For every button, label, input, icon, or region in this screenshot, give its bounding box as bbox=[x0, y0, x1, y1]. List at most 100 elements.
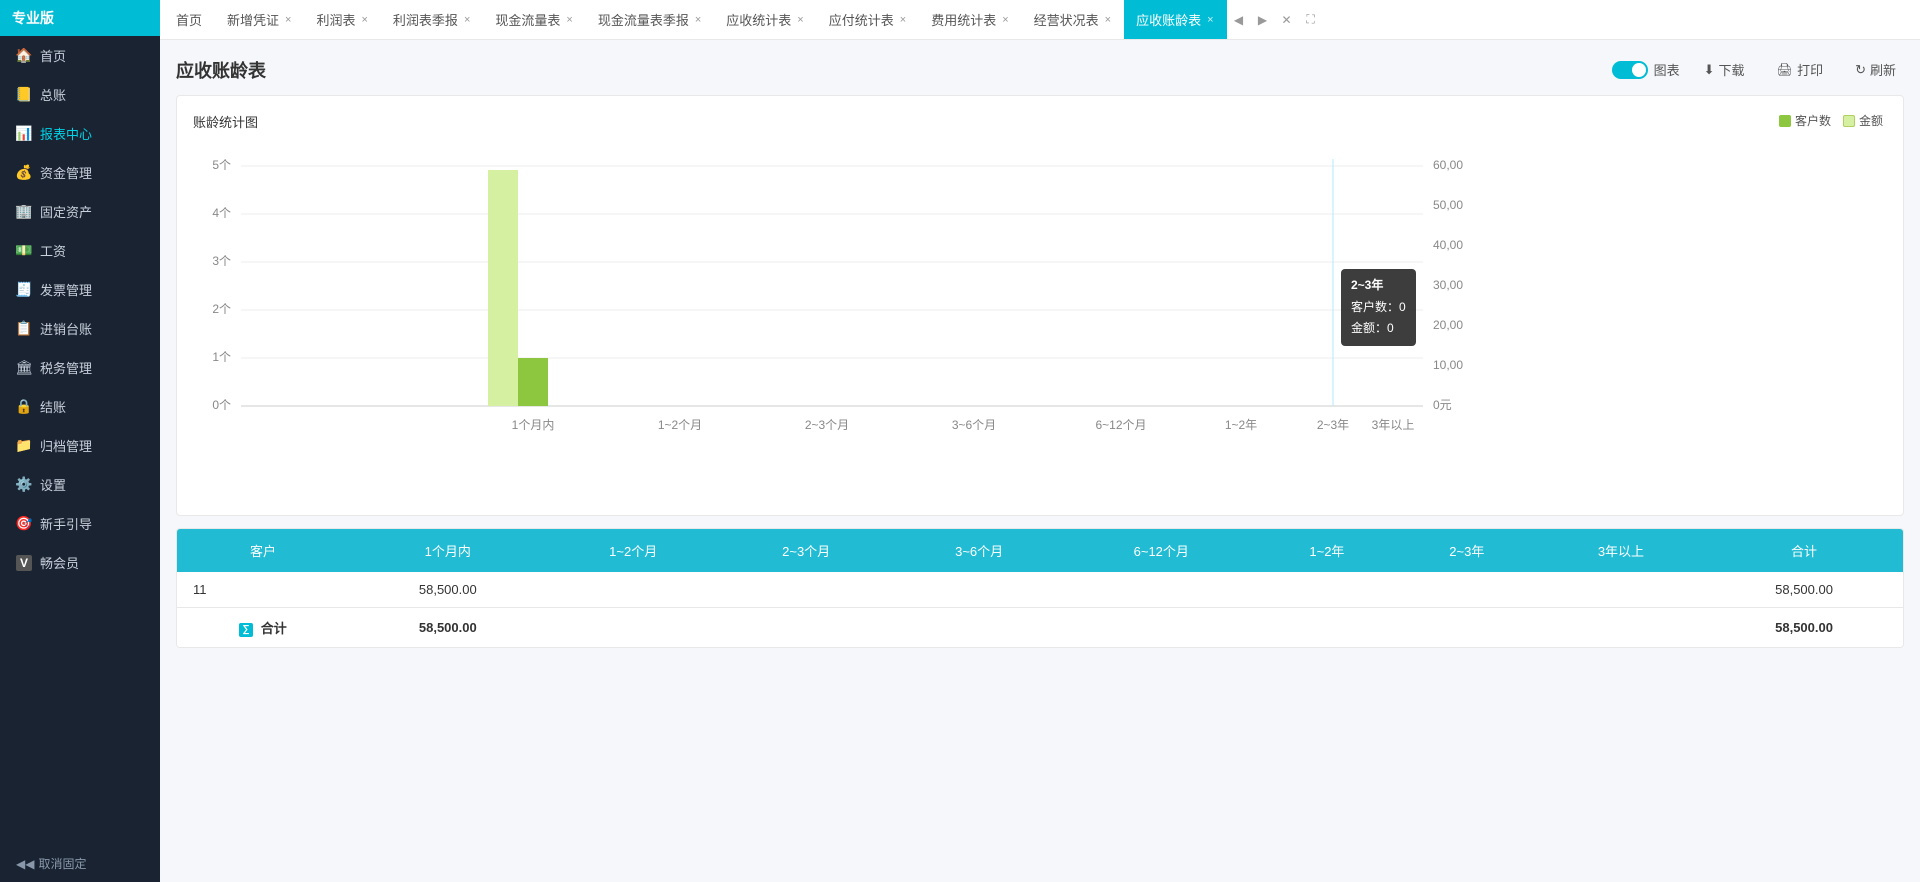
tab-ar-aging[interactable]: 应收账龄表 × bbox=[1124, 0, 1226, 39]
tab-voucher-close[interactable]: × bbox=[285, 14, 291, 26]
sidebar-item-invoice[interactable]: 🧾 发票管理 bbox=[0, 270, 160, 309]
row-customer: 11 bbox=[177, 572, 349, 608]
svg-text:4个: 4个 bbox=[212, 206, 231, 220]
tab-cashflow-label: 现金流量表 bbox=[495, 10, 560, 29]
tab-profit-quarterly[interactable]: 利润表季报 × bbox=[381, 0, 483, 39]
svg-text:3年以上: 3年以上 bbox=[1372, 418, 1415, 432]
tab-scroll-right[interactable]: ▶ bbox=[1251, 8, 1275, 32]
svg-text:2~3个月: 2~3个月 bbox=[805, 418, 849, 432]
tab-voucher-label: 新增凭证 bbox=[227, 10, 279, 29]
sidebar-item-salary[interactable]: 💵 工资 bbox=[0, 231, 160, 270]
tab-ar-stats-close[interactable]: × bbox=[797, 14, 803, 26]
sidebar-item-guide[interactable]: 🎯 新手引导 bbox=[0, 504, 160, 543]
download-label: 下载 bbox=[1719, 60, 1745, 79]
chart-svg: 5个 4个 3个 2个 1个 0个 60,000.00元 50,000.00元 … bbox=[193, 139, 1463, 499]
tab-ar-stats[interactable]: 应收统计表 × bbox=[714, 0, 816, 39]
col-month6-12: 6~12个月 bbox=[1066, 529, 1257, 572]
tab-expense-stats-close[interactable]: × bbox=[1002, 14, 1008, 26]
svg-text:1~2年: 1~2年 bbox=[1225, 418, 1257, 432]
tab-biz-status-close[interactable]: × bbox=[1105, 14, 1111, 26]
row-year2-3 bbox=[1397, 572, 1537, 608]
tab-scroll-left[interactable]: ◀ bbox=[1227, 8, 1251, 32]
table-footer-row: ∑ 合计 58,500.00 58,500.00 bbox=[177, 608, 1903, 648]
tab-profit-close[interactable]: × bbox=[361, 14, 367, 26]
refresh-button[interactable]: ↻ 刷新 bbox=[1847, 56, 1904, 83]
legend-amount-label: 金额 bbox=[1859, 112, 1883, 129]
sidebar-item-closing[interactable]: 🔒 结账 bbox=[0, 387, 160, 426]
svg-text:5个: 5个 bbox=[212, 158, 231, 172]
tab-profit[interactable]: 利润表 × bbox=[304, 0, 380, 39]
sidebar-item-archive[interactable]: 📁 归档管理 bbox=[0, 426, 160, 465]
download-icon: ⬇ bbox=[1704, 62, 1715, 78]
tab-ap-stats-label: 应付统计表 bbox=[829, 10, 894, 29]
footer-label: ∑ 合计 bbox=[177, 608, 349, 648]
tab-cashflow[interactable]: 现金流量表 × bbox=[483, 0, 585, 39]
svg-text:60,000.00元: 60,000.00元 bbox=[1433, 158, 1463, 172]
tab-home[interactable]: 首页 bbox=[164, 0, 215, 39]
svg-text:6~12个月: 6~12个月 bbox=[1095, 418, 1146, 432]
tax-icon: 🏛 bbox=[16, 360, 32, 376]
tab-maximize[interactable]: ⛶ bbox=[1299, 8, 1323, 32]
tab-cashflow-quarterly[interactable]: 现金流量表季报 × bbox=[586, 0, 714, 39]
sidebar-item-report[interactable]: 📊 报表中心 bbox=[0, 114, 160, 153]
chart-toggle-label: 图表 bbox=[1654, 60, 1680, 79]
tab-ar-aging-label: 应收账龄表 bbox=[1136, 10, 1201, 29]
asset-icon: 🏢 bbox=[16, 204, 32, 220]
sidebar-label-report: 报表中心 bbox=[40, 124, 92, 143]
col-year2-3: 2~3年 bbox=[1397, 529, 1537, 572]
footer-month3-6 bbox=[893, 608, 1066, 648]
svg-text:2个: 2个 bbox=[212, 302, 231, 316]
tab-ar-aging-close[interactable]: × bbox=[1207, 14, 1213, 26]
sidebar-label-purchase: 进销台账 bbox=[40, 319, 92, 338]
footer-month1: 58,500.00 bbox=[349, 608, 547, 648]
collapse-label: 取消固定 bbox=[38, 855, 86, 872]
sidebar-item-home[interactable]: 🏠 首页 bbox=[0, 36, 160, 75]
sidebar-item-settings[interactable]: ⚙️ 设置 bbox=[0, 465, 160, 504]
tab-ap-stats-close[interactable]: × bbox=[900, 14, 906, 26]
tab-profit-quarterly-close[interactable]: × bbox=[464, 14, 470, 26]
tab-ap-stats[interactable]: 应付统计表 × bbox=[817, 0, 919, 39]
tab-biz-status[interactable]: 经营状况表 × bbox=[1022, 0, 1124, 39]
footer-month6-12 bbox=[1066, 608, 1257, 648]
chart-container: 账龄统计图 客户数 金额 5个 4个 3个 2个 1个 bbox=[176, 95, 1904, 516]
row-month1-2 bbox=[547, 572, 720, 608]
page-title: 应收账龄表 bbox=[176, 57, 266, 83]
sidebar-item-asset[interactable]: 🏢 固定资产 bbox=[0, 192, 160, 231]
sidebar-item-tax[interactable]: 🏛 税务管理 bbox=[0, 348, 160, 387]
tab-cashflow-close[interactable]: × bbox=[566, 14, 572, 26]
sidebar: 专业版 🏠 首页 📒 总账 📊 报表中心 💰 资金管理 🏢 固定资产 💵 工资 … bbox=[0, 0, 160, 882]
svg-text:3个: 3个 bbox=[212, 254, 231, 268]
settings-icon: ⚙️ bbox=[16, 477, 32, 493]
sidebar-item-vip[interactable]: V 畅会员 bbox=[0, 543, 160, 582]
salary-icon: 💵 bbox=[16, 243, 32, 259]
sidebar-label-home: 首页 bbox=[40, 46, 66, 65]
tab-bar: 首页 新增凭证 × 利润表 × 利润表季报 × 现金流量表 × 现金流量表季报 … bbox=[160, 0, 1920, 40]
legend-customer-count-label: 客户数 bbox=[1795, 112, 1831, 129]
download-button[interactable]: ⬇ 下载 bbox=[1696, 56, 1753, 83]
chart-toggle[interactable] bbox=[1612, 61, 1648, 79]
tab-expense-stats[interactable]: 费用统计表 × bbox=[919, 0, 1021, 39]
legend-amount: 金额 bbox=[1843, 112, 1883, 129]
sidebar-label-asset: 固定资产 bbox=[40, 202, 92, 221]
sidebar-label-invoice: 发票管理 bbox=[40, 280, 92, 299]
svg-text:20,000.00元: 20,000.00元 bbox=[1433, 318, 1463, 332]
content-area: 应收账龄表 图表 ⬇ 下载 🖨 打印 ↻ 刷新 bbox=[160, 40, 1920, 882]
sidebar-label-archive: 归档管理 bbox=[40, 436, 92, 455]
sidebar-item-fund[interactable]: 💰 资金管理 bbox=[0, 153, 160, 192]
tab-close-all[interactable]: ✕ bbox=[1275, 8, 1299, 32]
footer-label-text: 合计 bbox=[261, 621, 287, 636]
chart-legend: 客户数 金额 bbox=[1779, 112, 1883, 129]
sidebar-item-purchase[interactable]: 📋 进销台账 bbox=[0, 309, 160, 348]
table-row: 11 58,500.00 58,500.00 bbox=[177, 572, 1903, 608]
sidebar-item-ledger[interactable]: 📒 总账 bbox=[0, 75, 160, 114]
tab-cashflow-quarterly-close[interactable]: × bbox=[695, 14, 701, 26]
collapse-sidebar-button[interactable]: ◀◀ 取消固定 bbox=[0, 845, 160, 882]
refresh-icon: ↻ bbox=[1855, 62, 1866, 78]
legend-customer-count: 客户数 bbox=[1779, 112, 1831, 129]
col-year1-2: 1~2年 bbox=[1257, 529, 1397, 572]
col-month1-2: 1~2个月 bbox=[547, 529, 720, 572]
svg-text:10,000.00元: 10,000.00元 bbox=[1433, 358, 1463, 372]
tab-voucher[interactable]: 新增凭证 × bbox=[215, 0, 304, 39]
print-button[interactable]: 🖨 打印 bbox=[1769, 56, 1832, 83]
summary-icon: ∑ bbox=[239, 623, 253, 637]
